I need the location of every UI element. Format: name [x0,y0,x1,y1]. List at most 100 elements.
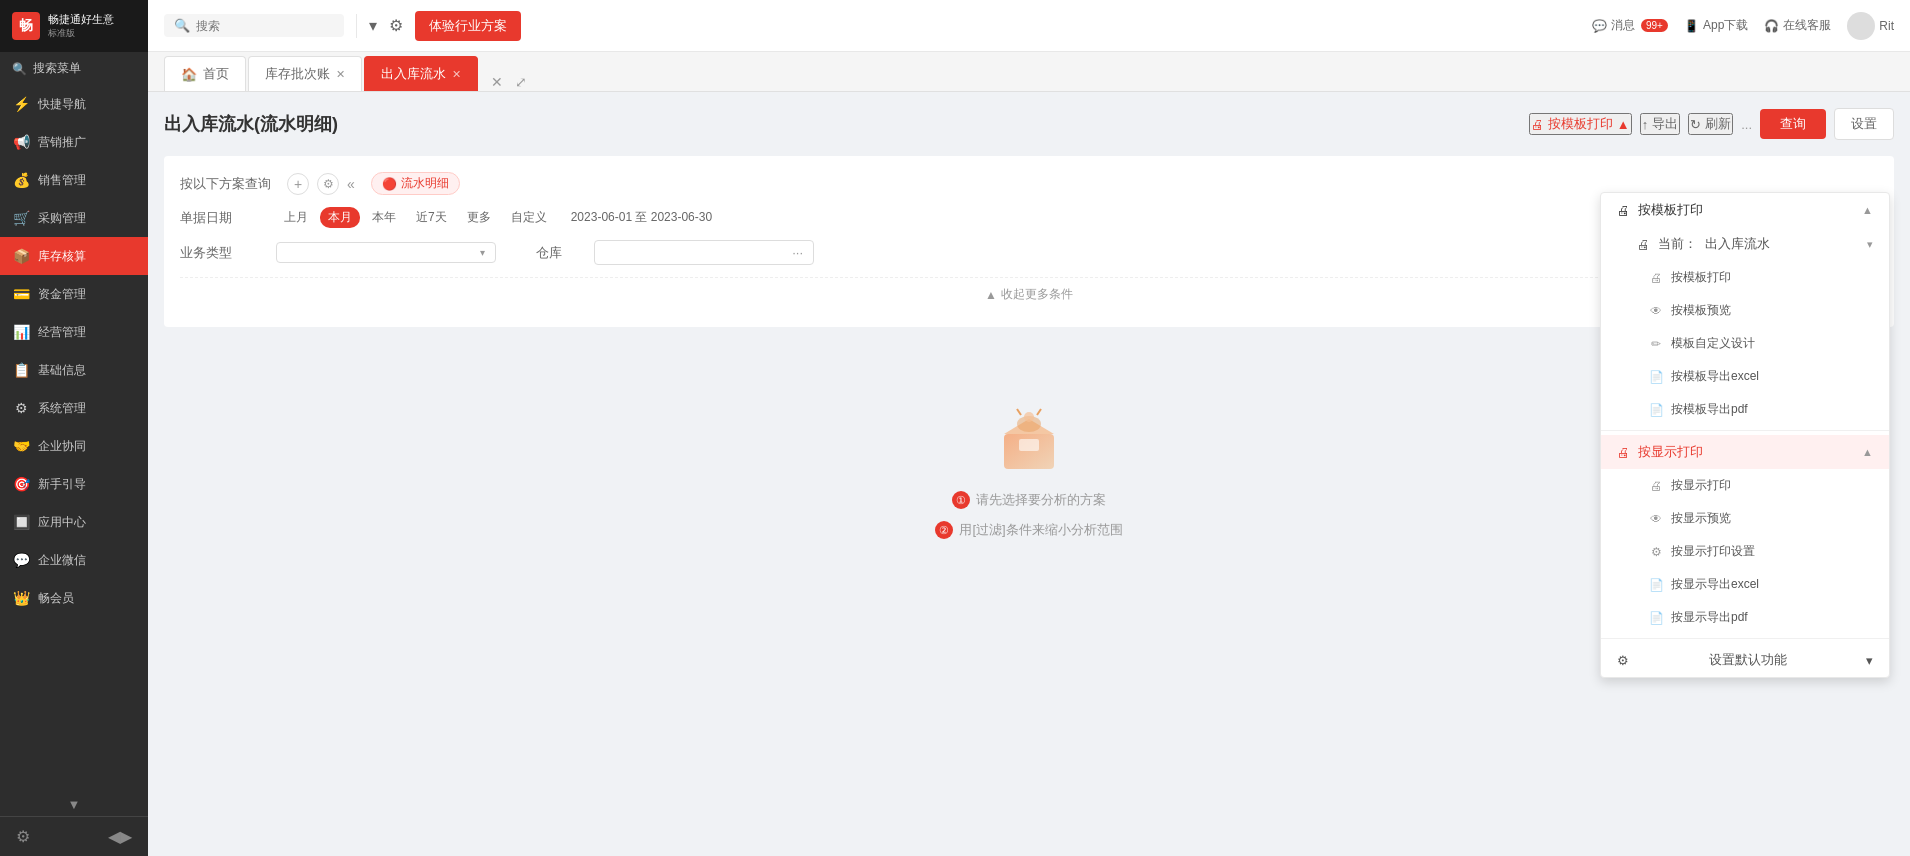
dropdown-template-title: 按模板打印 [1638,201,1703,219]
date-7days[interactable]: 近7天 [408,207,455,228]
date-last-month[interactable]: 上月 [276,207,316,228]
dropdown-divider-1 [1601,430,1889,431]
tab-batch-account[interactable]: 库存批次账 ✕ [248,56,362,91]
sidebar-item-label: 快捷导航 [38,96,86,113]
date-more[interactable]: 更多 [459,207,499,228]
sidebar-item-finance[interactable]: 💳 资金管理 [0,275,148,313]
sidebar-search-menu[interactable]: 🔍 搜索菜单 [0,52,148,85]
dropdown-template-header[interactable]: 🖨 按模板打印 ▲ [1601,193,1889,227]
topbar-message[interactable]: 💬 消息 99+ [1592,17,1668,34]
dropdown-display-print-item[interactable]: 🖨 按显示打印 [1601,469,1889,502]
sidebar-scroll-down[interactable]: ▼ [0,793,148,816]
date-input-range[interactable]: 2023-06-01 至 2023-06-30 [571,209,712,226]
template-export-excel-label: 按模板导出excel [1671,368,1759,385]
dropdown-display-export-excel-item[interactable]: 📄 按显示导出excel [1601,568,1889,601]
sidebar-item-purchase[interactable]: 🛒 采购管理 [0,199,148,237]
sidebar-item-inventory[interactable]: 📦 库存核算 [0,237,148,275]
sidebar-item-quick-nav[interactable]: ⚡ 快捷导航 [0,85,148,123]
tab-inout-flow-close[interactable]: ✕ [452,68,461,81]
display-print-icon: 🖨 [1649,479,1663,493]
dropdown-display-export-pdf-item[interactable]: 📄 按显示导出pdf [1601,601,1889,634]
dropdown-settings-default[interactable]: ⚙ 设置默认功能 ▾ [1601,643,1889,677]
members-icon: 👑 [12,589,30,607]
template-custom-label: 模板自定义设计 [1671,335,1755,352]
tab-home[interactable]: 🏠 首页 [164,56,246,91]
topbar-user[interactable]: Rit [1847,12,1894,40]
sidebar: 畅 畅捷通好生意 标准版 🔍 搜索菜单 ⚡ 快捷导航 📢 营销推广 💰 销售管理… [0,0,148,856]
warehouse-more-btn[interactable]: ··· [792,245,803,260]
empty-illustration [989,399,1069,479]
query-btn[interactable]: 查询 [1760,109,1826,139]
sidebar-item-sales[interactable]: 💰 销售管理 [0,161,148,199]
display-preview-icon: 👁 [1649,512,1663,526]
condition-icon: 🔴 [382,177,397,191]
collapse-icon: ▲ [985,288,997,302]
topbar-gear-icon[interactable]: ⚙ [389,16,403,35]
export-btn[interactable]: ↑ 导出 [1640,113,1681,135]
header-right-buttons: 🖨 按模板打印 ▲ ↑ 导出 ↻ 刷新 ... 查询 设置 [1529,108,1894,140]
tabbar: 🏠 首页 库存批次账 ✕ 出入库流水 ✕ ✕ ⤢ [148,52,1910,92]
dropdown-display-print-settings-item[interactable]: ⚙ 按显示打印设置 [1601,535,1889,568]
close-icon[interactable]: ✕ [488,73,506,91]
date-custom[interactable]: 自定义 [503,207,555,228]
current-icon: 🖨 [1637,237,1650,252]
settings-icon[interactable]: ⚙ [16,827,30,846]
date-current-month[interactable]: 本月 [320,207,360,228]
filter-add-btn[interactable]: + [287,173,309,195]
tab-batch-account-close[interactable]: ✕ [336,68,345,81]
dropdown-template-print-item[interactable]: 🖨 按模板打印 [1601,261,1889,294]
preview-sub-icon: 👁 [1649,304,1663,318]
tab-inout-flow[interactable]: 出入库流水 ✕ [364,56,478,91]
type-select[interactable]: ▾ [276,242,496,263]
refresh-btn[interactable]: ↻ 刷新 [1688,113,1733,135]
template-print-btn[interactable]: 🖨 按模板打印 ▲ [1529,113,1632,135]
date-label: 单据日期 [180,209,260,227]
filter-settings-btn[interactable]: ⚙ [317,173,339,195]
sidebar-item-guide[interactable]: 🎯 新手引导 [0,465,148,503]
collapse-sidebar-icon[interactable]: ◀▶ [108,827,132,846]
sidebar-item-corp-wechat[interactable]: 💬 企业微信 [0,541,148,579]
settings-default-label: 设置默认功能 [1709,651,1787,669]
business-icon: 📊 [12,323,30,341]
sidebar-item-marketing[interactable]: 📢 营销推广 [0,123,148,161]
sidebar-item-label: 库存核算 [38,248,86,265]
print-icon: 🖨 [1531,117,1544,132]
warehouse-select[interactable]: ··· [594,240,814,265]
sidebar-item-cooperation[interactable]: 🤝 企业协同 [0,427,148,465]
topbar-online-service[interactable]: 🎧 在线客服 [1764,17,1831,34]
query-label: 按以下方案查询 [180,175,271,193]
dropdown-display-preview-item[interactable]: 👁 按显示预览 [1601,502,1889,535]
dropdown-current-indicator[interactable]: 🖨 当前： 出入库流水 ▾ [1601,227,1889,261]
filter-collapse-btn[interactable]: « [347,176,355,192]
pdf-sub-icon: 📄 [1649,403,1663,417]
sidebar-item-label: 新手引导 [38,476,86,493]
dropdown-template-export-excel-item[interactable]: 📄 按模板导出excel [1601,360,1889,393]
home-icon: 🏠 [181,67,197,82]
sidebar-item-members[interactable]: 👑 畅会员 [0,579,148,617]
topbar-chevron-icon[interactable]: ▾ [369,16,377,35]
settings-btn[interactable]: 设置 [1834,108,1894,140]
refresh-icon: ↻ [1690,117,1701,132]
sidebar-item-business[interactable]: 📊 经营管理 [0,313,148,351]
display-export-pdf-label: 按显示导出pdf [1671,609,1748,626]
dropdown-template-export-pdf-item[interactable]: 📄 按模板导出pdf [1601,393,1889,426]
topbar-search-input[interactable] [196,19,326,33]
more-actions-btn[interactable]: ... [1741,117,1752,132]
sidebar-item-base[interactable]: 📋 基础信息 [0,351,148,389]
display-export-excel-label: 按显示导出excel [1671,576,1759,593]
sidebar-item-app-center[interactable]: 🔲 应用中心 [0,503,148,541]
dropdown-printer-icon: 🖨 [1617,203,1630,218]
dropdown-display-header[interactable]: 🖨 按显示打印 ▲ [1601,435,1889,469]
industry-btn[interactable]: 体验行业方案 [415,11,521,41]
sidebar-item-label: 系统管理 [38,400,86,417]
message-badge: 99+ [1641,19,1668,32]
display-print-settings-icon: ⚙ [1649,545,1663,559]
dropdown-template-custom-item[interactable]: ✏ 模板自定义设计 [1601,327,1889,360]
dropdown-template-preview-item[interactable]: 👁 按模板预览 [1601,294,1889,327]
sidebar-item-system[interactable]: ⚙ 系统管理 [0,389,148,427]
date-current-year[interactable]: 本年 [364,207,404,228]
topbar-app-download[interactable]: 📱 App下载 [1684,17,1748,34]
expand-icon[interactable]: ⤢ [512,73,530,91]
topbar-search[interactable]: 🔍 [164,14,344,37]
current-label: 当前： [1658,235,1697,253]
